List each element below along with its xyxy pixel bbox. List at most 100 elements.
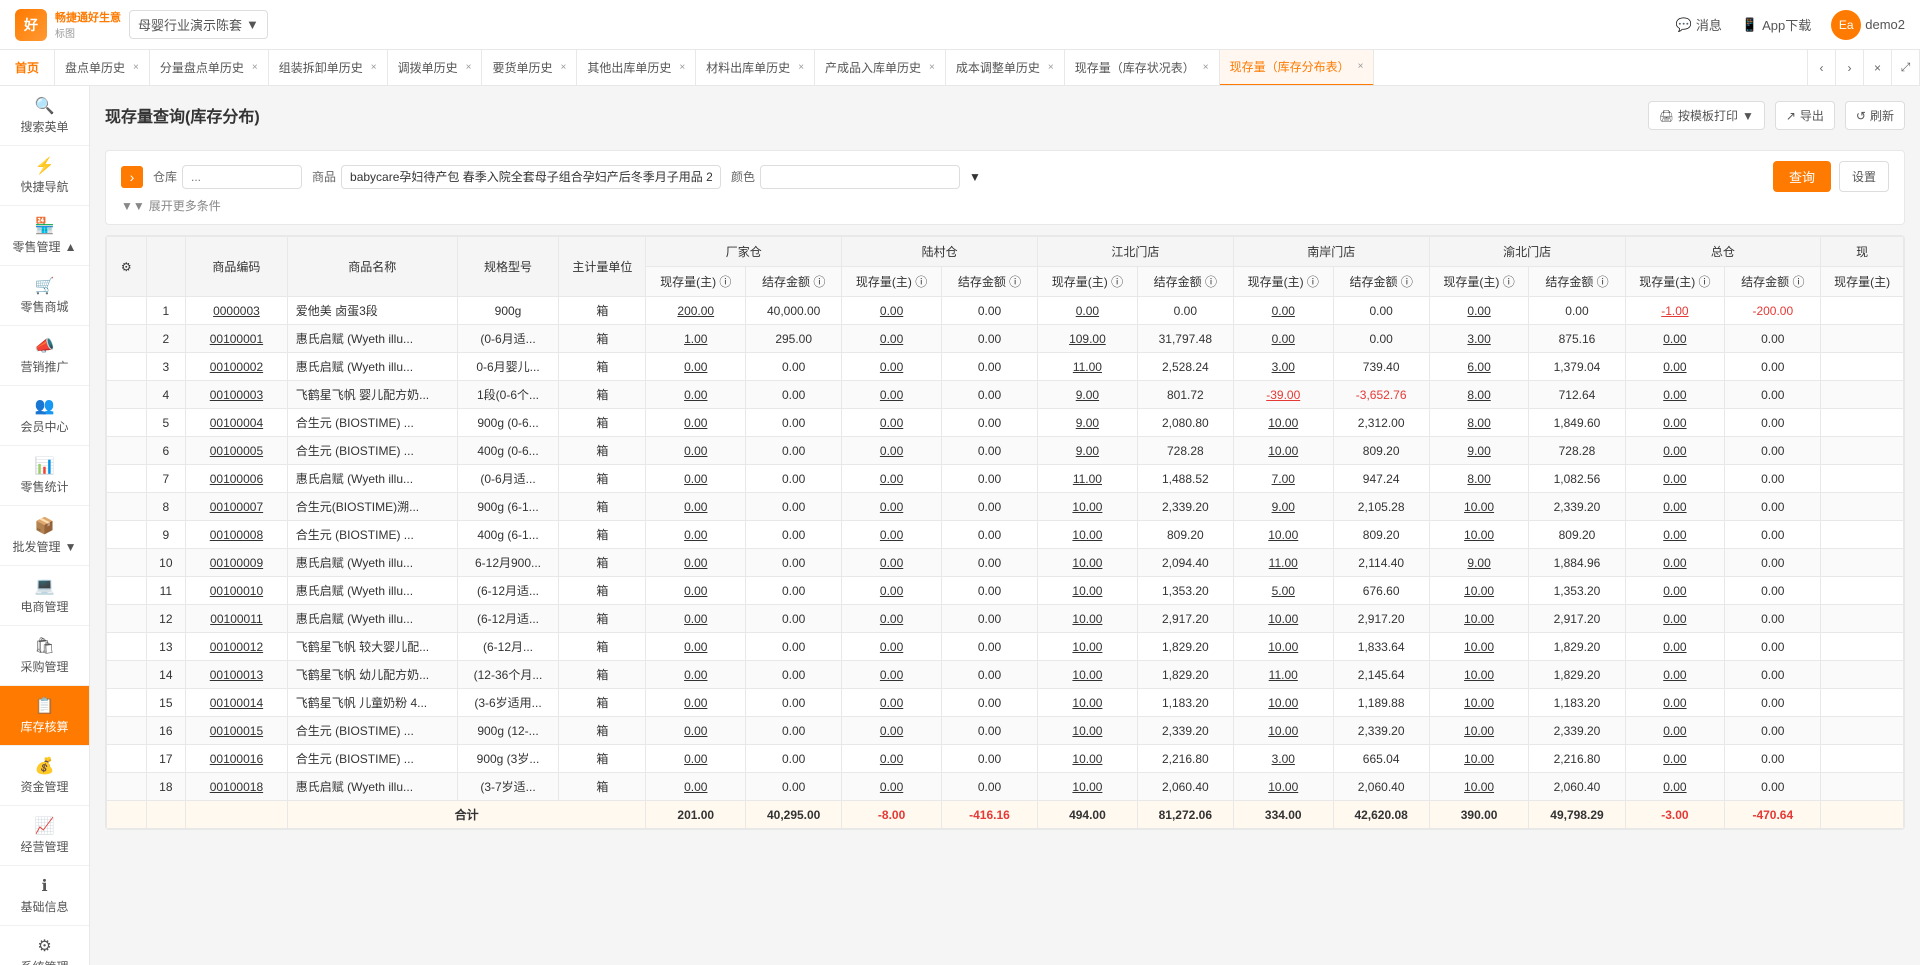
tab-5[interactable]: 要货单历史 × xyxy=(482,50,577,86)
table-cell[interactable] xyxy=(107,409,147,437)
table-cell[interactable] xyxy=(107,549,147,577)
expand-more-icon: ▼▼ xyxy=(121,199,145,213)
table-cell: 9.00 xyxy=(1429,437,1529,465)
industry-selector[interactable]: 母婴行业演示陈套 ▼ xyxy=(129,10,268,39)
tab-11[interactable]: 现存量（库存分布表） × xyxy=(1220,50,1375,86)
table-cell: 0.00 xyxy=(1725,689,1821,717)
table-cell[interactable] xyxy=(107,521,147,549)
tab-4[interactable]: 调拨单历史 × xyxy=(388,50,483,86)
top-right: 💬 消息 📱 App下载 Ea demo2 xyxy=(1676,10,1905,40)
tab-prev[interactable]: ‹ xyxy=(1808,50,1836,86)
sidebar-item-purchase[interactable]: 🛍 采购管理 xyxy=(0,626,89,686)
refresh-icon: ↺ xyxy=(1856,109,1866,123)
sidebar-item-members[interactable]: 👥 会员中心 xyxy=(0,386,89,446)
table-cell: 1,353.20 xyxy=(1529,577,1625,605)
sidebar-item-operation[interactable]: 📈 经营管理 xyxy=(0,806,89,866)
sidebar-item-wholesale[interactable]: 📦 批发管理 ▼ xyxy=(0,506,89,566)
table-cell[interactable] xyxy=(107,297,147,325)
table-cell: 飞鹤星飞帆 婴儿配方奶... xyxy=(287,381,457,409)
tab-close-1[interactable]: × xyxy=(133,62,139,73)
tab-close-10[interactable]: × xyxy=(1203,62,1209,73)
tab-close-6[interactable]: × xyxy=(679,62,685,73)
tab-close-8[interactable]: × xyxy=(929,62,935,73)
tab-close-2[interactable]: × xyxy=(252,62,258,73)
table-cell: 0.00 xyxy=(1529,297,1625,325)
table-cell[interactable] xyxy=(107,577,147,605)
expand-more[interactable]: ▼▼ 展开更多条件 xyxy=(121,197,1889,214)
table-cell[interactable] xyxy=(107,605,147,633)
tab-close-9[interactable]: × xyxy=(1048,62,1054,73)
settings-btn[interactable]: 设置 xyxy=(1839,161,1889,192)
tab-6[interactable]: 其他出库单历史 × xyxy=(577,50,696,86)
sidebar-item-retail-mgmt[interactable]: 🏪 零售管理 ▲ xyxy=(0,206,89,266)
warehouse-input[interactable] xyxy=(182,165,302,189)
table-cell: 0.00 xyxy=(1625,717,1725,745)
table-cell[interactable] xyxy=(107,381,147,409)
print-btn[interactable]: 🖨 按模板打印 ▼ xyxy=(1648,101,1765,130)
table-cell[interactable] xyxy=(107,325,147,353)
sidebar-item-mall[interactable]: 🛒 零售商城 xyxy=(0,266,89,326)
table-cell: 惠氏启赋 (Wyeth illu... xyxy=(287,549,457,577)
sidebar-item-system[interactable]: ⚙ 系统管理 xyxy=(0,926,89,965)
table-cell: 0.00 xyxy=(646,661,746,689)
table-cell: 0.00 xyxy=(941,549,1037,577)
table-cell: 200.00 xyxy=(646,297,746,325)
table-cell: 0.00 xyxy=(1725,549,1821,577)
tab-close-all[interactable]: × xyxy=(1864,50,1892,86)
sidebar-item-finance[interactable]: 💰 资金管理 xyxy=(0,746,89,806)
sidebar-item-inventory[interactable]: 📋 库存核算 xyxy=(0,686,89,746)
table-cell[interactable] xyxy=(107,717,147,745)
th-gear[interactable]: ⚙ xyxy=(107,237,147,297)
table-cell xyxy=(1821,577,1904,605)
app-download-btn[interactable]: 📱 App下载 xyxy=(1742,15,1811,34)
user-area[interactable]: Ea demo2 xyxy=(1831,10,1905,40)
table-cell[interactable] xyxy=(107,465,147,493)
table-cell[interactable] xyxy=(107,493,147,521)
tab-10[interactable]: 现存量（库存状况表） × xyxy=(1065,50,1220,86)
tab-close-5[interactable]: × xyxy=(560,62,566,73)
table-cell: 11.00 xyxy=(1038,353,1138,381)
th-lucun-qty: 现存量(主) ⓘ xyxy=(842,267,942,297)
table-cell[interactable] xyxy=(107,689,147,717)
tab-8[interactable]: 产成品入库单历史 × xyxy=(815,50,946,86)
th-extra: 现 xyxy=(1821,237,1904,267)
table-cell: 00100011 xyxy=(186,605,288,633)
table-cell: 00100018 xyxy=(186,773,288,801)
refresh-btn[interactable]: ↺ 刷新 xyxy=(1845,101,1905,130)
tab-2[interactable]: 分量盘点单历史 × xyxy=(150,50,269,86)
table-cell: 4 xyxy=(146,381,186,409)
table-cell[interactable] xyxy=(107,661,147,689)
color-input[interactable] xyxy=(760,165,960,189)
sidebar-item-stats[interactable]: 📊 零售统计 xyxy=(0,446,89,506)
tab-close-3[interactable]: × xyxy=(371,62,377,73)
tab-close-11[interactable]: × xyxy=(1358,61,1364,72)
table-cell[interactable] xyxy=(107,633,147,661)
sidebar-item-basic[interactable]: ℹ 基础信息 xyxy=(0,866,89,926)
messages-btn[interactable]: 💬 消息 xyxy=(1676,15,1722,34)
tab-home[interactable]: 首页 xyxy=(0,50,55,86)
sidebar-item-ecommerce[interactable]: 💻 电商管理 xyxy=(0,566,89,626)
sidebar-item-nav[interactable]: ⚡ 快捷导航 xyxy=(0,146,89,206)
th-code: 商品编码 xyxy=(186,237,288,297)
table-cell[interactable] xyxy=(107,745,147,773)
tab-9[interactable]: 成本调整单历史 × xyxy=(946,50,1065,86)
tab-next[interactable]: › xyxy=(1836,50,1864,86)
tab-expand[interactable]: ⤢ xyxy=(1892,50,1920,86)
sidebar-item-marketing[interactable]: 📣 营销推广 xyxy=(0,326,89,386)
table-cell[interactable] xyxy=(107,437,147,465)
expand-btn[interactable]: › xyxy=(121,166,143,188)
search-btn[interactable]: 查询 xyxy=(1773,161,1831,192)
table-cell[interactable] xyxy=(107,773,147,801)
tab-7[interactable]: 材料出库单历史 × xyxy=(696,50,815,86)
tab-close-4[interactable]: × xyxy=(466,62,472,73)
product-input[interactable] xyxy=(341,165,721,189)
export-btn[interactable]: ↗ 导出 xyxy=(1775,101,1835,130)
tab-1[interactable]: 盘点单历史 × xyxy=(55,50,150,86)
summary-cell: 49,798.29 xyxy=(1529,801,1625,829)
table-cell[interactable] xyxy=(107,353,147,381)
table-cell: 合生元 (BIOSTIME) ... xyxy=(287,437,457,465)
tab-3[interactable]: 组装拆卸单历史 × xyxy=(269,50,388,86)
tab-close-7[interactable]: × xyxy=(798,62,804,73)
sidebar-item-search[interactable]: 🔍 搜索英单 xyxy=(0,86,89,146)
table-cell xyxy=(1821,521,1904,549)
